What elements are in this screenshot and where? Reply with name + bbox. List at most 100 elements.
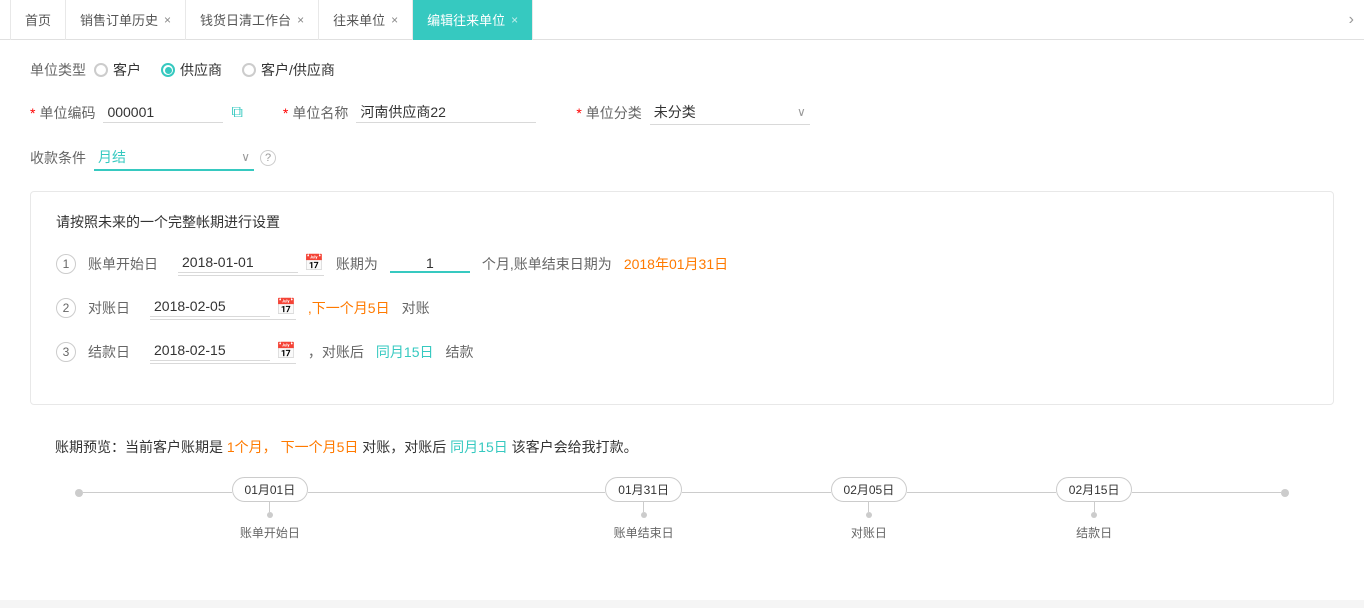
payment-terms-label: 收款条件 — [30, 148, 86, 168]
unit-category-value: 未分类 — [654, 102, 791, 122]
copy-icon[interactable]: ⧉ — [231, 104, 242, 122]
bill-start-date-wrap: 📅 — [178, 252, 324, 276]
radio-supplier-label: 供应商 — [180, 60, 222, 80]
tab-sales-history[interactable]: 销售订单历史 × — [66, 0, 186, 40]
timeline-tick-3 — [868, 502, 869, 512]
payment-terms-select[interactable]: 月结 ∨ — [94, 145, 254, 171]
timeline-end-dot — [1281, 489, 1289, 497]
payment-calendar-icon[interactable]: 📅 — [276, 341, 296, 361]
payment-terms-row: 收款条件 月结 ∨ ? — [30, 145, 1334, 171]
radio-customer[interactable]: 客户 — [94, 60, 141, 80]
timeline-label-2: 账单结束日 — [614, 524, 674, 541]
radio-customer-circle — [94, 63, 108, 77]
period-suffix1: 账期为 — [336, 254, 378, 274]
help-icon[interactable]: ? — [260, 150, 276, 166]
payment-label: 结款日 — [88, 342, 130, 362]
radio-customer-supplier-label: 客户/供应商 — [261, 60, 335, 80]
timeline-line-3 — [907, 492, 1056, 493]
reconcile-date-input[interactable] — [150, 296, 270, 317]
timeline-badge-2: 01月31日 — [605, 477, 682, 502]
timeline-badge-1: 01月01日 — [232, 477, 309, 502]
reconcile-row: 2 对账日 📅 ,下一个月5日 对账 — [56, 296, 1308, 320]
tab-bar: 首页 销售订单历史 × 钱货日清工作台 × 往来单位 × 编辑往来单位 × › — [0, 0, 1364, 40]
preview-part5: 该客户会给我打款。 — [512, 439, 638, 455]
timeline-dot-4 — [1091, 512, 1097, 518]
timeline-start-dot — [75, 489, 83, 497]
unit-code-label: 单位编码 — [39, 103, 95, 123]
preview-section: 账期预览：当前客户账期是 1个月， 下一个月5日 对账，对账后 同月15日 该客… — [30, 421, 1334, 557]
radio-customer-label: 客户 — [113, 60, 141, 80]
timeline-tick-4 — [1094, 502, 1095, 512]
timeline-node-1: 01月01日 账单开始日 — [232, 477, 309, 541]
payment-plain1-text: ，对账后 — [308, 342, 364, 362]
tab-sales-history-close[interactable]: × — [164, 13, 171, 27]
preview-part4: 同月15日 — [450, 439, 508, 455]
main-content: 单位类型 客户 供应商 客户/供应商 * 单位编码 ⧉ * 单位名称 — [0, 40, 1364, 600]
timeline-node-4: 02月15日 结款日 — [1056, 477, 1133, 541]
unit-name-input[interactable] — [356, 102, 536, 123]
bill-start-calendar-icon[interactable]: 📅 — [304, 253, 324, 273]
tab-cash-work-label: 钱货日清工作台 — [200, 10, 291, 29]
radio-supplier-circle — [161, 63, 175, 77]
timeline-label-4: 结款日 — [1076, 524, 1112, 541]
tab-home-label: 首页 — [25, 10, 51, 29]
unit-name-label: 单位名称 — [292, 103, 348, 123]
timeline-end-dot-wrap — [1281, 477, 1289, 497]
unit-info-row: * 单位编码 ⧉ * 单位名称 * 单位分类 未分类 ∨ — [30, 100, 1334, 125]
unit-category-select[interactable]: 未分类 ∨ — [650, 100, 810, 125]
unit-name-group: * 单位名称 — [283, 102, 536, 123]
preview-text: 账期预览：当前客户账期是 1个月， 下一个月5日 对账，对账后 同月15日 该客… — [55, 437, 1309, 457]
unit-code-input[interactable] — [103, 102, 223, 123]
radio-customer-supplier[interactable]: 客户/供应商 — [242, 60, 335, 80]
unit-type-radio-group: 客户 供应商 客户/供应商 — [94, 60, 335, 80]
tab-cash-work[interactable]: 钱货日清工作台 × — [186, 0, 319, 40]
tab-partners-label: 往来单位 — [333, 10, 385, 29]
timeline-dot-2 — [641, 512, 647, 518]
unit-category-label: 单位分类 — [586, 103, 642, 123]
bill-start-row: 1 账单开始日 📅 账期为 个月,账单结束日期为 2018年01月31日 — [56, 252, 1308, 276]
unit-code-required: * — [30, 105, 35, 121]
timeline-label-3: 对账日 — [851, 524, 887, 541]
timeline-label-1: 账单开始日 — [240, 524, 300, 541]
bill-end-date-display: 2018年01月31日 — [624, 254, 728, 274]
unit-name-required: * — [283, 105, 288, 121]
timeline-tick-2 — [643, 502, 644, 512]
unit-category-dropdown-icon: ∨ — [797, 105, 806, 119]
timeline-start-dot-wrap — [75, 477, 83, 497]
tab-edit-partner[interactable]: 编辑往来单位 × — [413, 0, 533, 40]
tab-cash-work-close[interactable]: × — [297, 13, 304, 27]
payment-plain2-text: 结款 — [446, 342, 474, 362]
tab-edit-partner-close[interactable]: × — [511, 13, 518, 27]
payment-date-wrap: 📅 — [150, 340, 296, 364]
period-suffix2: 个月,账单结束日期为 — [482, 254, 612, 274]
bill-start-date-input[interactable] — [178, 252, 298, 273]
timeline-node-2: 01月31日 账单结束日 — [605, 477, 682, 541]
timeline: 01月01日 账单开始日 01月31日 账单结束日 02月05日 对账日 — [55, 477, 1309, 541]
preview-prefix: 账期预览：当前客户账期是 — [55, 439, 223, 455]
unit-type-label: 单位类型 — [30, 60, 86, 80]
reconcile-plain-text: 对账 — [402, 298, 430, 318]
preview-part3: 对账，对账后 — [362, 439, 446, 455]
tab-edit-partner-label: 编辑往来单位 — [427, 10, 505, 29]
preview-part2: 下一个月5日 — [281, 439, 359, 455]
tab-home[interactable]: 首页 — [10, 0, 66, 40]
timeline-tick-1 — [269, 502, 270, 512]
period-value-input[interactable] — [390, 255, 470, 273]
timeline-line-1 — [308, 492, 605, 493]
timeline-line-4 — [1132, 492, 1281, 493]
tab-partners-close[interactable]: × — [391, 13, 398, 27]
row-num-2: 2 — [56, 298, 76, 318]
unit-type-row: 单位类型 客户 供应商 客户/供应商 — [30, 60, 1334, 80]
tab-scroll-right-icon[interactable]: › — [1349, 11, 1354, 29]
unit-category-required: * — [576, 105, 581, 121]
unit-category-group: * 单位分类 未分类 ∨ — [576, 100, 809, 125]
payment-date-input[interactable] — [150, 340, 270, 361]
radio-supplier[interactable]: 供应商 — [161, 60, 222, 80]
reconcile-orange-text: ,下一个月5日 — [308, 298, 390, 318]
payment-terms-value: 月结 — [98, 147, 235, 167]
payment-terms-dropdown-icon: ∨ — [241, 150, 250, 164]
unit-code-group: * 单位编码 ⧉ — [30, 102, 243, 123]
tab-partners[interactable]: 往来单位 × — [319, 0, 413, 40]
preview-part1: 1个月， — [227, 439, 277, 455]
reconcile-calendar-icon[interactable]: 📅 — [276, 297, 296, 317]
